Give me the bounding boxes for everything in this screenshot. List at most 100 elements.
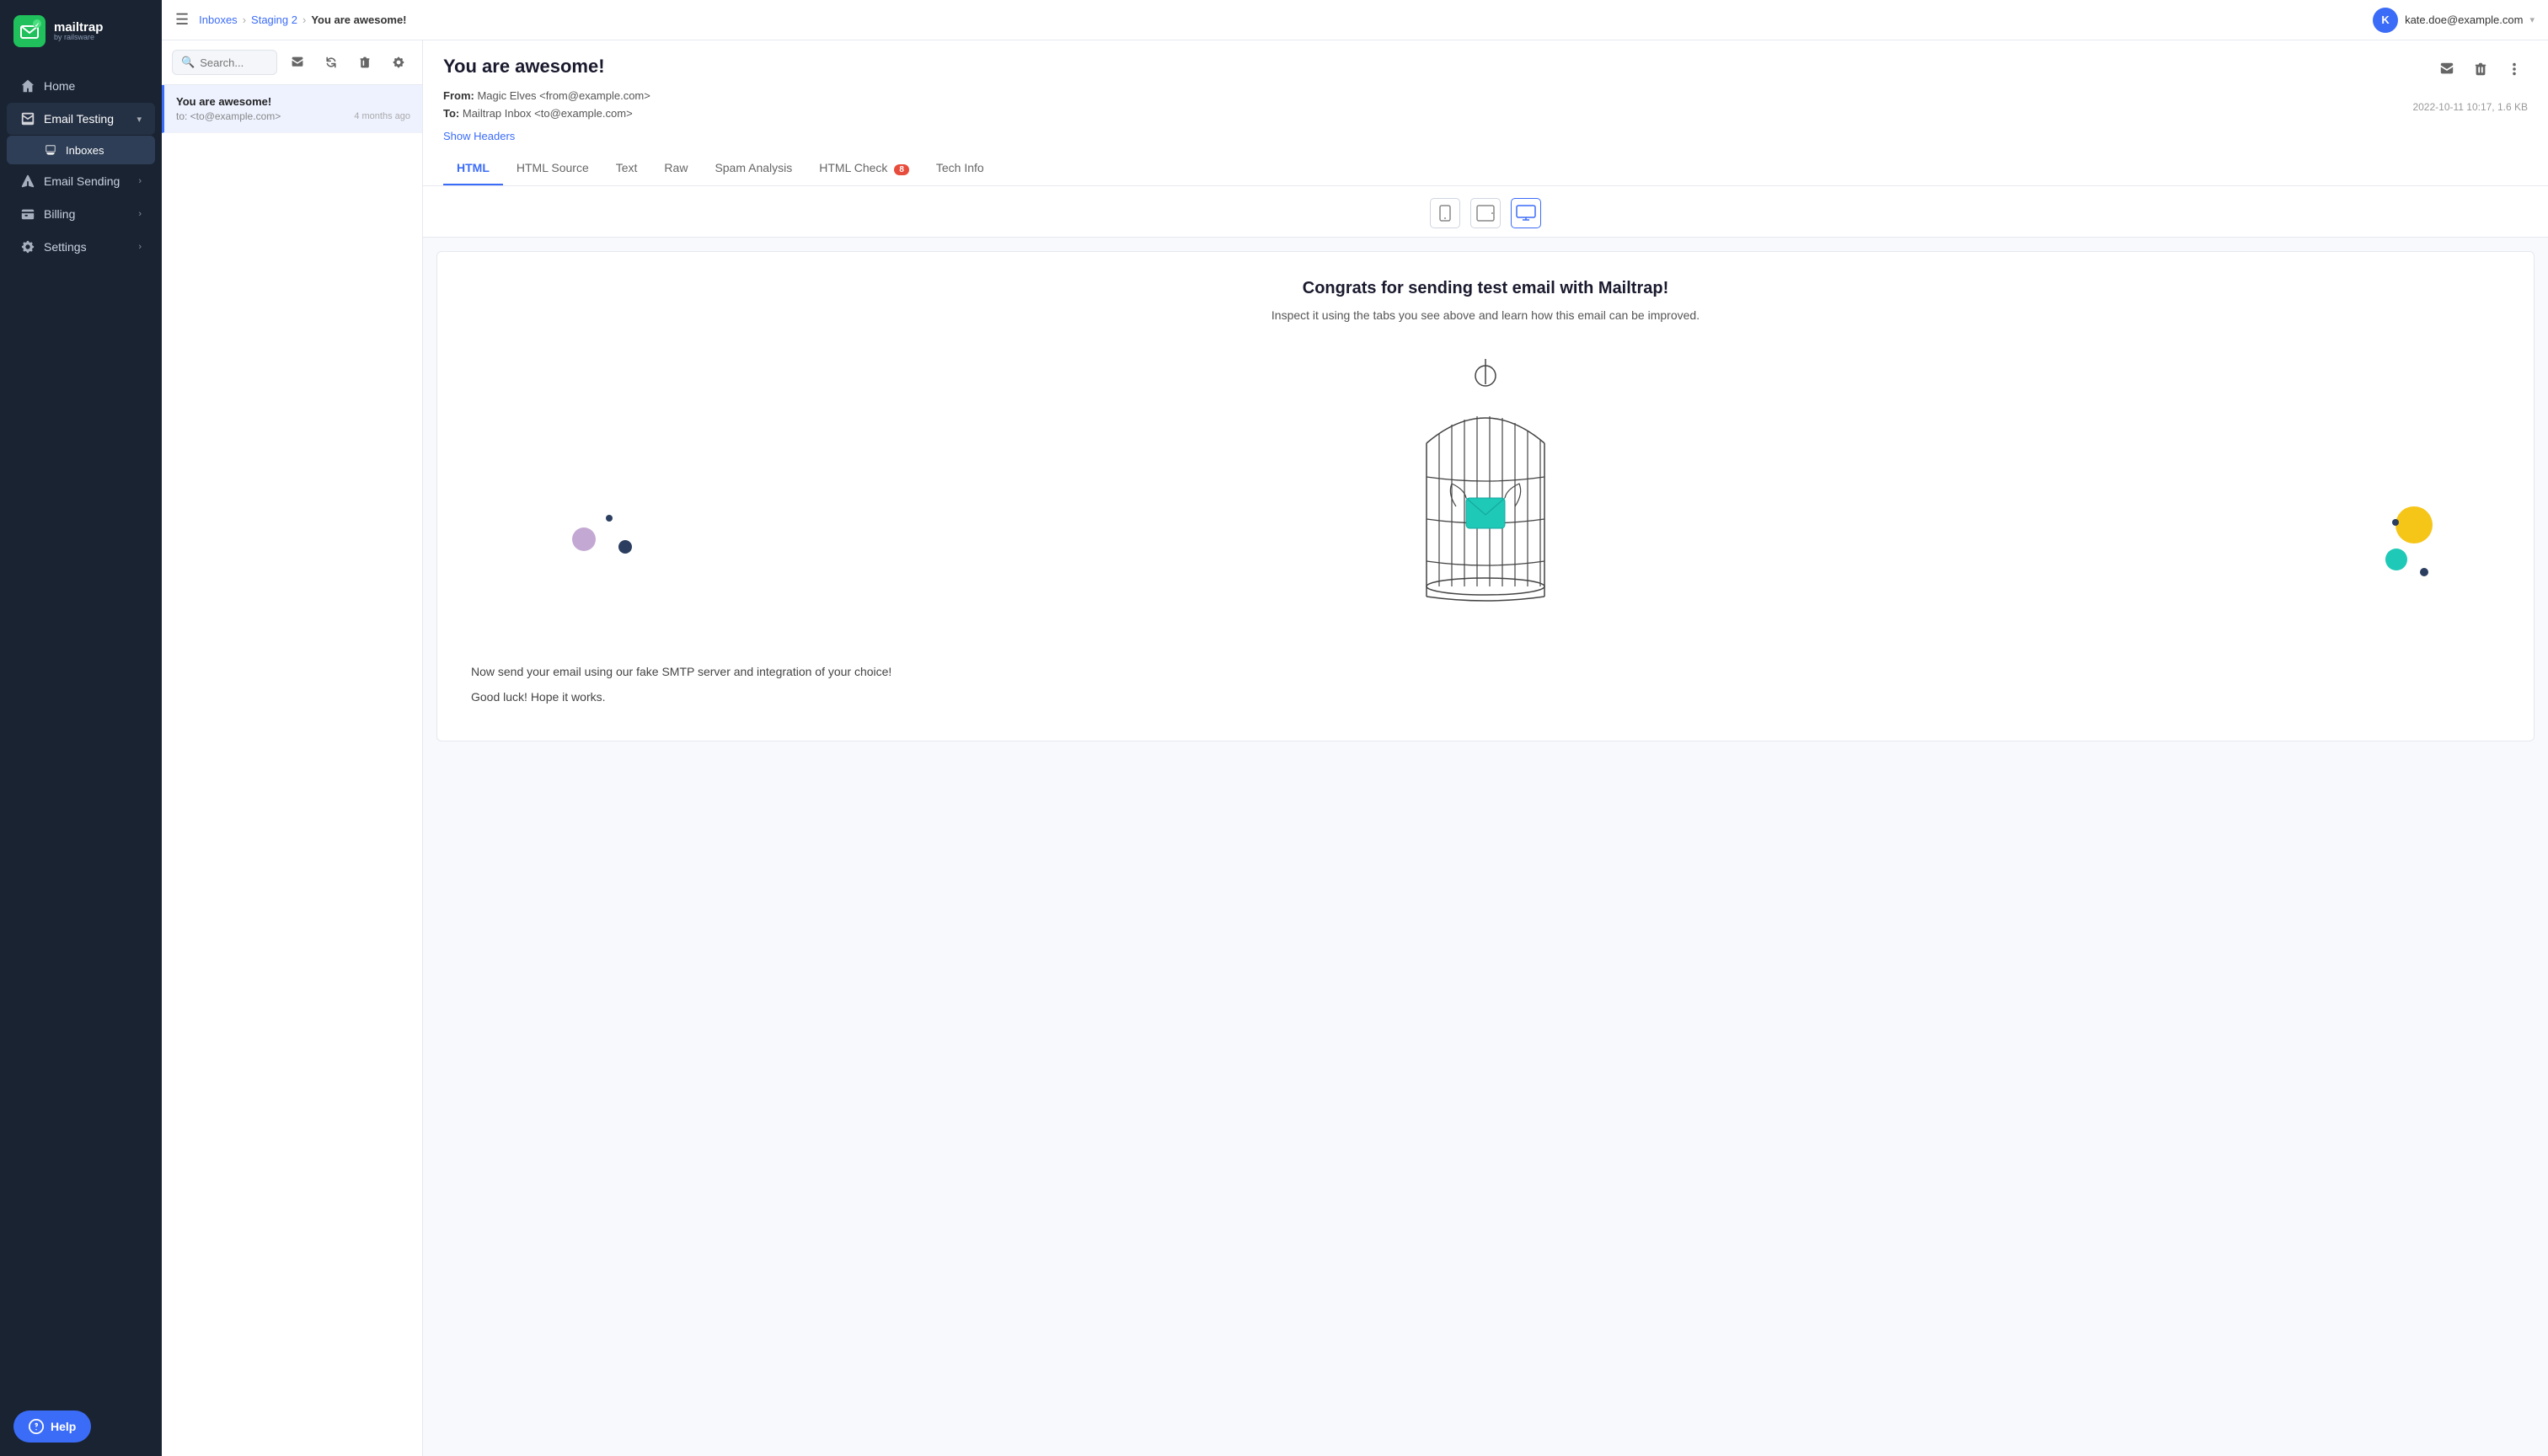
chevron-right-icon: › bbox=[138, 176, 142, 186]
html-check-badge: 8 bbox=[894, 164, 909, 175]
more-options-button[interactable] bbox=[2501, 56, 2528, 83]
email-meta-row: From: Magic Elves <from@example.com> To:… bbox=[443, 89, 2528, 125]
congrats-subtitle: Inspect it using the tabs you see above … bbox=[471, 308, 2500, 322]
email-actions bbox=[2433, 56, 2528, 83]
sidebar: ✓ mailtrap by railsware Home Email Testi… bbox=[0, 0, 162, 1456]
inbox-icon bbox=[44, 143, 57, 157]
billing-icon bbox=[20, 206, 35, 222]
sidebar-footer: Help bbox=[0, 1397, 162, 1456]
compose-icon bbox=[291, 56, 304, 69]
help-button[interactable]: Help bbox=[13, 1410, 91, 1443]
more-icon bbox=[2507, 62, 2522, 77]
mobile-view-button[interactable] bbox=[1430, 198, 1460, 228]
main-content: ☰ Inboxes › Staging 2 › You are awesome!… bbox=[162, 0, 2548, 1456]
email-body-text-2: Good luck! Hope it works. bbox=[471, 688, 2500, 713]
dot-teal bbox=[2385, 549, 2407, 570]
delete-all-icon bbox=[358, 56, 372, 69]
tab-text[interactable]: Text bbox=[602, 153, 651, 185]
search-input[interactable] bbox=[200, 56, 268, 69]
cage-illustration bbox=[471, 342, 2500, 645]
breadcrumb-sep1: › bbox=[243, 13, 246, 26]
sidebar-item-home[interactable]: Home bbox=[7, 70, 155, 102]
sidebar-item-billing[interactable]: Billing › bbox=[7, 198, 155, 230]
user-chevron-icon: ▾ bbox=[2529, 14, 2535, 25]
dot-small-bottom-right bbox=[2420, 568, 2428, 576]
email-testing-icon bbox=[20, 111, 35, 126]
breadcrumb-current: You are awesome! bbox=[311, 13, 406, 26]
tab-tech-info[interactable]: Tech Info bbox=[923, 153, 998, 185]
logo-text: mailtrap by railsware bbox=[54, 21, 103, 41]
breadcrumb-staging[interactable]: Staging 2 bbox=[251, 13, 297, 26]
email-timestamp: 2022-10-11 10:17, 1.6 KB bbox=[2412, 101, 2528, 113]
settings-icon bbox=[20, 239, 35, 254]
refresh-button[interactable] bbox=[318, 49, 345, 76]
email-to: To: Mailtrap Inbox <to@example.com> bbox=[443, 107, 650, 120]
forward-icon bbox=[2439, 62, 2454, 77]
cage-svg bbox=[1393, 359, 1578, 629]
send-icon bbox=[20, 174, 35, 189]
email-tabs: HTML HTML Source Text Raw Spam Analysis … bbox=[443, 153, 2528, 185]
search-box[interactable]: 🔍 bbox=[172, 50, 277, 75]
email-view-panel: You are awesome! bbox=[423, 40, 2548, 1456]
home-icon bbox=[20, 78, 35, 94]
breadcrumb: Inboxes › Staging 2 › You are awesome! bbox=[199, 13, 406, 26]
dot-small-right bbox=[2392, 519, 2399, 526]
email-item-subject: You are awesome! bbox=[176, 95, 410, 108]
email-subject: You are awesome! bbox=[443, 56, 605, 78]
settings-gear-button[interactable] bbox=[385, 49, 412, 76]
delete-all-button[interactable] bbox=[351, 49, 378, 76]
compose-button[interactable] bbox=[284, 49, 311, 76]
content-area: 🔍 bbox=[162, 40, 2548, 1456]
menu-icon[interactable]: ☰ bbox=[175, 11, 189, 29]
sidebar-item-email-testing[interactable]: Email Testing ▾ bbox=[7, 103, 155, 135]
tab-raw[interactable]: Raw bbox=[650, 153, 701, 185]
email-list: You are awesome! to: <to@example.com> 4 … bbox=[162, 85, 422, 1456]
trash-icon bbox=[2473, 62, 2488, 77]
tab-html-source[interactable]: HTML Source bbox=[503, 153, 602, 185]
topbar: ☰ Inboxes › Staging 2 › You are awesome!… bbox=[162, 0, 2548, 40]
show-headers-link[interactable]: Show Headers bbox=[443, 130, 515, 142]
email-list-item[interactable]: You are awesome! to: <to@example.com> 4 … bbox=[162, 85, 422, 133]
sidebar-item-settings[interactable]: Settings › bbox=[7, 231, 155, 263]
refresh-icon bbox=[324, 56, 338, 69]
dot-small-dark bbox=[606, 515, 613, 522]
avatar: K bbox=[2373, 8, 2398, 33]
mobile-icon bbox=[1437, 205, 1453, 222]
dot-purple bbox=[572, 527, 596, 551]
sidebar-item-inboxes[interactable]: Inboxes bbox=[7, 136, 155, 164]
email-item-to: to: <to@example.com> bbox=[176, 110, 281, 122]
breadcrumb-inboxes[interactable]: Inboxes bbox=[199, 13, 238, 26]
email-item-meta: to: <to@example.com> 4 months ago bbox=[176, 110, 410, 122]
email-body[interactable]: Congrats for sending test email with Mai… bbox=[423, 186, 2548, 1456]
email-header: You are awesome! bbox=[423, 40, 2548, 186]
forward-button[interactable] bbox=[2433, 56, 2460, 83]
sidebar-navigation: Home Email Testing ▾ Inboxes Email Sendi… bbox=[0, 62, 162, 1397]
dot-yellow bbox=[2395, 506, 2433, 543]
tab-html[interactable]: HTML bbox=[443, 153, 503, 185]
email-body-text-1: Now send your email using our fake SMTP … bbox=[471, 662, 2500, 688]
tablet-view-button[interactable] bbox=[1470, 198, 1501, 228]
email-item-time: 4 months ago bbox=[354, 111, 410, 121]
search-icon: 🔍 bbox=[181, 56, 195, 69]
chevron-right-icon-billing: › bbox=[138, 209, 142, 219]
email-header-top: You are awesome! bbox=[443, 56, 2528, 83]
topbar-right: K kate.doe@example.com ▾ bbox=[2373, 8, 2535, 33]
tab-spam-analysis[interactable]: Spam Analysis bbox=[701, 153, 806, 185]
email-content-frame: Congrats for sending test email with Mai… bbox=[436, 251, 2535, 741]
email-list-panel: 🔍 bbox=[162, 40, 423, 1456]
desktop-icon bbox=[1516, 205, 1536, 222]
delete-button[interactable] bbox=[2467, 56, 2494, 83]
chevron-down-icon: ▾ bbox=[136, 114, 142, 125]
view-controls bbox=[423, 186, 2548, 238]
logo: ✓ mailtrap by railsware bbox=[0, 0, 162, 62]
tablet-icon bbox=[1476, 205, 1495, 222]
sidebar-item-email-sending[interactable]: Email Sending › bbox=[7, 165, 155, 197]
list-toolbar: 🔍 bbox=[162, 40, 422, 85]
desktop-view-button[interactable] bbox=[1511, 198, 1541, 228]
dot-dark bbox=[618, 540, 632, 554]
svg-text:✓: ✓ bbox=[35, 23, 40, 29]
user-menu[interactable]: K kate.doe@example.com ▾ bbox=[2373, 8, 2535, 33]
congrats-title: Congrats for sending test email with Mai… bbox=[471, 279, 2500, 298]
tab-html-check[interactable]: HTML Check 8 bbox=[806, 153, 923, 185]
chevron-right-icon-settings: › bbox=[138, 242, 142, 252]
